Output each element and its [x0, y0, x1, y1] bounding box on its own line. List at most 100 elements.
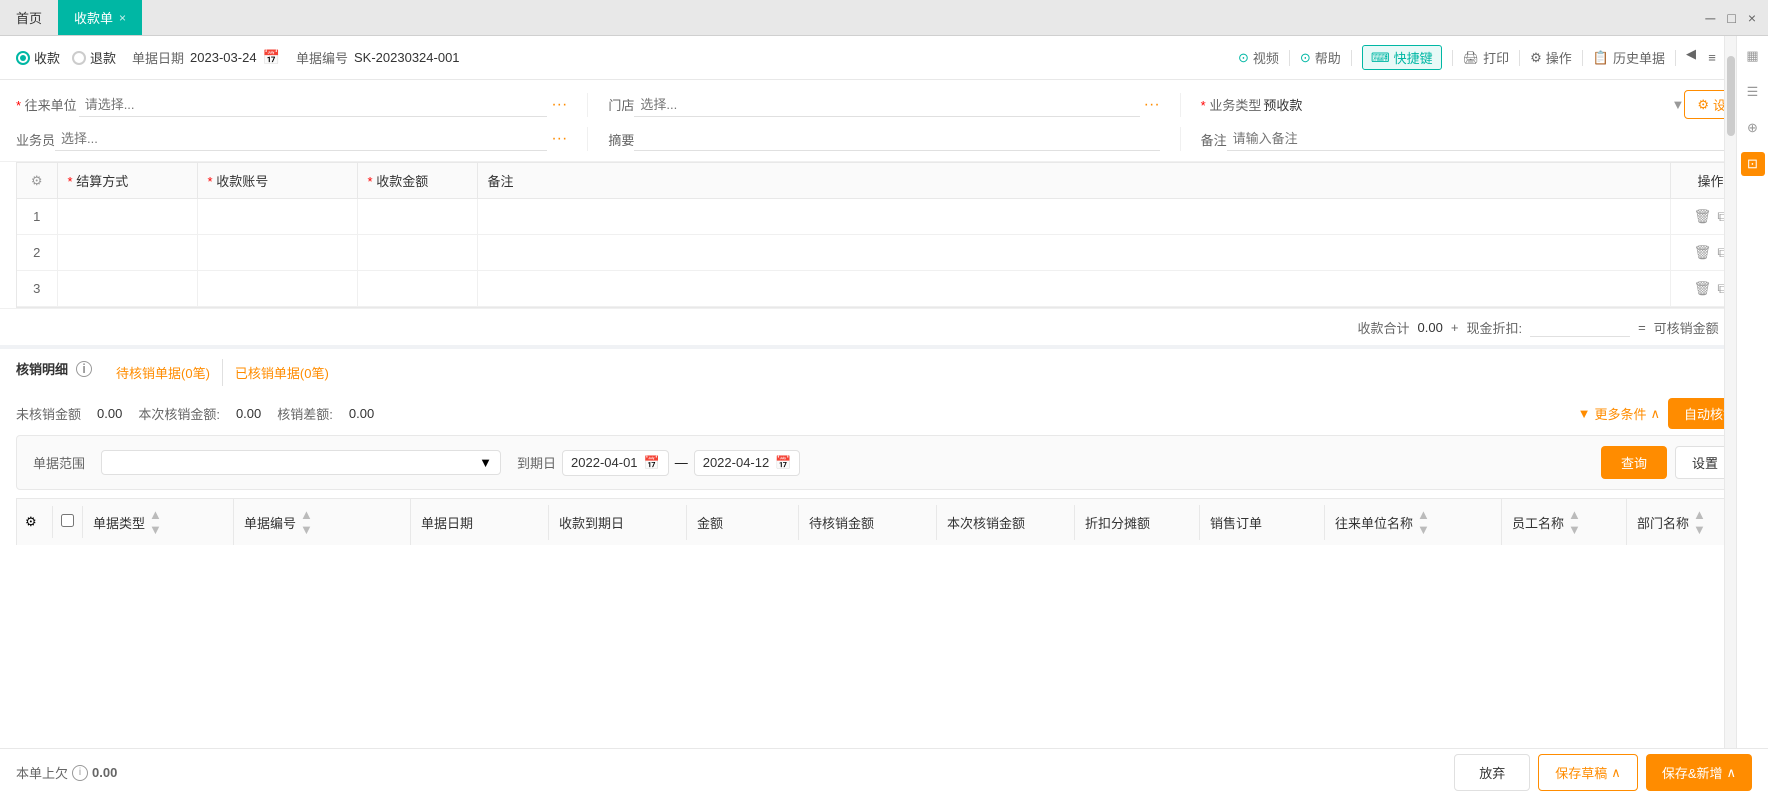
summary-discount-input[interactable]	[1530, 317, 1630, 337]
calendar-icon[interactable]: 📅	[263, 49, 280, 66]
row-3-delete-icon[interactable]: 🗑	[1694, 280, 1712, 297]
row-1-amount[interactable]	[357, 199, 477, 235]
footer-bar: 本单上欠 i 0.00 放弃 保存草稿 ∧ 保存&新增 ∧	[0, 748, 1768, 796]
row-3-amount[interactable]	[357, 271, 477, 307]
col-employee: 员工名称 ▲▼	[1502, 499, 1627, 545]
scope-select[interactable]: ▼	[101, 450, 501, 475]
tab-close-icon[interactable]: ×	[119, 11, 126, 25]
biz-type-select[interactable]: 预收款 ▼	[1263, 95, 1684, 114]
remark-input[interactable]	[1227, 127, 1752, 151]
row-3-account[interactable]	[197, 271, 357, 307]
print-icon: 🖨	[1463, 50, 1480, 66]
store-input[interactable]	[634, 93, 1139, 117]
table-section: ⚙ * 结算方式 * 收款账号 * 收款金额	[0, 162, 1768, 308]
main-content: 收款 退款 单据日期 2023-03-24 📅 单据编号 SK-20230324…	[0, 36, 1768, 796]
row-3-settlement[interactable]	[57, 271, 197, 307]
shortcut-btn[interactable]: ⌨ 快捷键	[1362, 45, 1442, 70]
table-row: 2 🗑 ⧉	[17, 235, 1751, 271]
receipt-radio[interactable]: 收款	[16, 48, 60, 67]
window-min-icon[interactable]: ─	[1705, 10, 1715, 26]
partner-more-icon[interactable]: ···	[551, 96, 567, 114]
divider1	[1289, 50, 1290, 66]
help-icon: ⊙	[1300, 50, 1311, 66]
sidebar-attachment-icon[interactable]: ☰	[1741, 80, 1765, 104]
bottom-table-header: ⚙ 单据类型 ▲▼ 单据编号 ▲▼ 单据日期 收款到期日 金额 待核销金	[16, 498, 1752, 545]
select-all-checkbox[interactable]	[61, 514, 74, 527]
row-1-num: 1	[17, 199, 57, 235]
divider6	[1675, 50, 1676, 66]
sidebar-link-icon[interactable]: ⊕	[1741, 116, 1765, 140]
row-1-settlement[interactable]	[57, 199, 197, 235]
form-row-1: 往来单位 ··· 门店 ··· 业务类型 预收款 ▼ ⚙	[16, 90, 1752, 119]
sidebar-table-icon[interactable]: ▦	[1741, 44, 1765, 68]
history-icon: 📋	[1593, 50, 1609, 66]
print-btn[interactable]: 🖨 打印	[1463, 48, 1510, 67]
summary-input[interactable]	[634, 127, 1159, 151]
due-date-start[interactable]: 2022-04-01 📅	[562, 450, 669, 476]
table-gear-header[interactable]: ⚙	[17, 163, 57, 199]
divider-form1	[587, 93, 588, 117]
row-2-settlement[interactable]	[57, 235, 197, 271]
tab-receipt[interactable]: 收款单 ×	[58, 0, 142, 35]
uncanceled-label: 未核销金额	[16, 404, 81, 423]
date-label: 单据日期	[132, 48, 184, 67]
info-help-icon[interactable]: i	[72, 765, 88, 781]
receipt-table: ⚙ * 结算方式 * 收款账号 * 收款金额	[17, 163, 1751, 307]
scope-arrow: ▼	[479, 455, 492, 470]
salesperson-more-icon[interactable]: ···	[551, 130, 567, 148]
pending-tab[interactable]: 待核销单据(0笔)	[104, 359, 223, 386]
verification-section: 核销明细 i 待核销单据(0笔) 已核销单据(0笔) 未核销金额 0.00 本次…	[0, 345, 1768, 555]
row-1-account[interactable]	[197, 199, 357, 235]
salesperson-label: 业务员	[16, 130, 55, 149]
row-1-delete-icon[interactable]: 🗑	[1694, 208, 1712, 225]
col-due-date: 收款到期日	[549, 505, 687, 540]
help-btn[interactable]: ⊙ 帮助	[1300, 48, 1341, 67]
window-close-icon[interactable]: ×	[1748, 10, 1756, 26]
bottom-gear-col[interactable]: ⚙	[17, 506, 53, 538]
date-range-dash: —	[675, 455, 688, 470]
search-row: 单据范围 ▼ 到期日 2022-04-01 📅 — 2022-04-12 📅	[16, 435, 1752, 490]
biz-type-arrow: ▼	[1671, 97, 1684, 112]
history-btn[interactable]: 📋 历史单据	[1593, 48, 1665, 67]
info-icon[interactable]: i	[76, 361, 92, 377]
sidebar-active-icon[interactable]: ⊡	[1741, 152, 1765, 176]
row-2-account[interactable]	[197, 235, 357, 271]
partner-input[interactable]	[79, 93, 548, 117]
row-1-remark[interactable]	[477, 199, 1671, 235]
scroll-bar-area[interactable]	[1724, 36, 1736, 748]
arrow-left-icon[interactable]: ◀	[1686, 46, 1696, 70]
cal-start-icon: 📅	[644, 455, 660, 471]
row-2-remark[interactable]	[477, 235, 1671, 271]
refund-radio[interactable]: 退款	[72, 48, 116, 67]
save-draft-btn[interactable]: 保存草稿 ∧	[1538, 754, 1638, 791]
remark-field: 备注	[1201, 127, 1752, 151]
done-tab[interactable]: 已核销单据(0笔)	[223, 359, 341, 386]
store-field: 门店 ···	[608, 93, 1159, 117]
summary-plus: +	[1451, 320, 1459, 335]
row-2-delete-icon[interactable]: 🗑	[1694, 244, 1712, 261]
discard-btn[interactable]: 放弃	[1454, 754, 1530, 791]
due-date-end[interactable]: 2022-04-12 📅	[694, 450, 801, 476]
footer-actions: 放弃 保存草稿 ∧ 保存&新增 ∧	[1454, 754, 1752, 791]
store-more-icon[interactable]: ···	[1144, 96, 1160, 114]
tab-receipt-label: 收款单	[74, 8, 113, 27]
tab-home[interactable]: 首页	[0, 0, 58, 35]
doc-no-label: 单据编号	[296, 48, 348, 67]
list-view-btn[interactable]: ≡	[1700, 46, 1724, 70]
salesperson-input[interactable]	[55, 127, 547, 151]
video-btn[interactable]: ⊙ 视频	[1238, 48, 1279, 67]
query-btn[interactable]: 查询	[1601, 446, 1667, 479]
operation-btn[interactable]: ⚙ 操作	[1530, 48, 1572, 67]
toolbar-row: 收款 退款 单据日期 2023-03-24 📅 单据编号 SK-20230324…	[0, 36, 1768, 80]
row-3-remark[interactable]	[477, 271, 1671, 307]
scroll-thumb[interactable]	[1727, 56, 1735, 136]
row-2-amount[interactable]	[357, 235, 477, 271]
save-new-btn[interactable]: 保存&新增 ∧	[1646, 754, 1752, 791]
remark-label: 备注	[1201, 130, 1227, 149]
filter-row: 未核销金额 0.00 本次核销金额: 0.00 核销差额: 0.00 ▼ 更多条…	[16, 392, 1752, 435]
window-max-icon[interactable]: □	[1727, 10, 1735, 26]
partner-field: 往来单位 ···	[16, 93, 567, 117]
col-remark: 备注	[477, 163, 1671, 199]
more-filter-btn[interactable]: ▼ 更多条件 ∧	[1578, 404, 1660, 423]
diff-label: 核销差额:	[277, 404, 333, 423]
